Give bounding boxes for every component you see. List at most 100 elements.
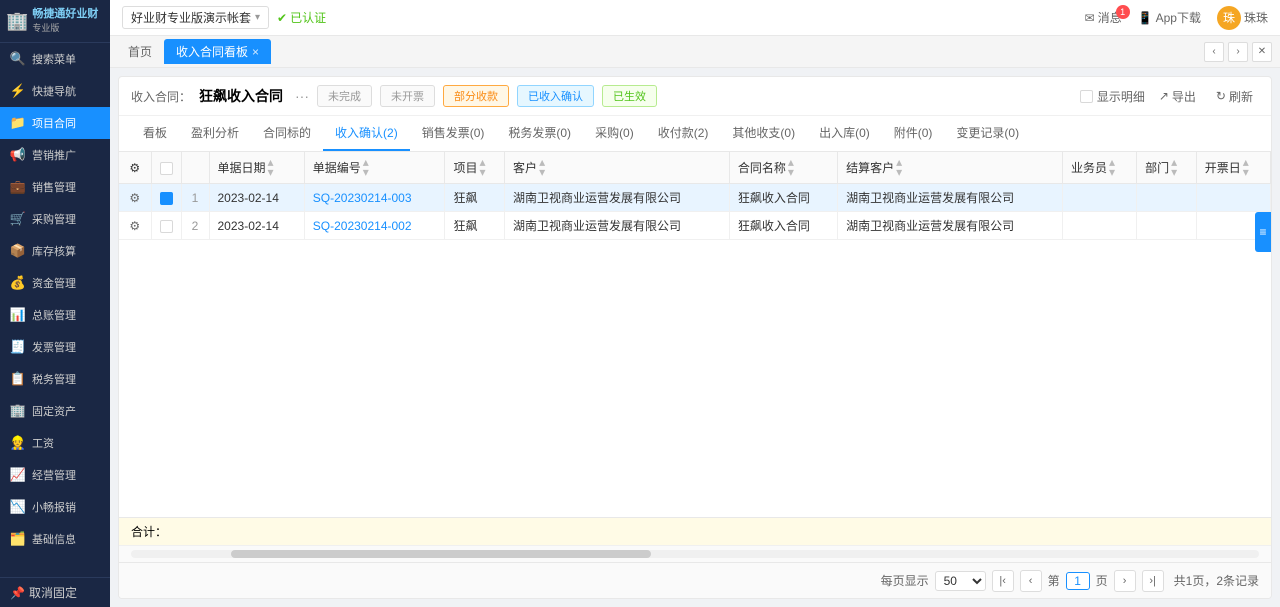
active-tab-name: 收入合同看板 [176, 43, 248, 60]
sub-tab-11[interactable]: 变更记录(0) [944, 116, 1031, 151]
pagination: 每页显示 50 100 200 |‹ ‹ 第 1 页 › ›| 共1页，2条记录 [119, 562, 1271, 598]
sidebar-item-13[interactable]: 📈经营管理 [0, 459, 110, 491]
sub-tab-7[interactable]: 收付款(2) [646, 116, 721, 151]
home-tab[interactable]: 首页 [118, 39, 162, 64]
sidebar-icon-6: 📦 [10, 243, 26, 259]
active-tab[interactable]: 收入合同看板 × [164, 39, 271, 64]
sub-tab-1[interactable]: 盈利分析 [179, 116, 251, 151]
company-selector[interactable]: 好业财专业版演示帐套 ▾ [122, 6, 269, 29]
sub-tab-5[interactable]: 税务发票(0) [496, 116, 583, 151]
sidebar-label-0: 搜索菜单 [32, 51, 76, 67]
sub-tab-3[interactable]: 收入确认(2) [323, 116, 410, 151]
status-active-button[interactable]: 已生效 [602, 85, 657, 107]
sidebar-item-7[interactable]: 💰资金管理 [0, 267, 110, 299]
close-all-tabs-button[interactable]: ✕ [1252, 42, 1272, 62]
refresh-button[interactable]: ↻ 刷新 [1210, 86, 1259, 107]
sidebar-item-14[interactable]: 📉小畅报销 [0, 491, 110, 523]
sub-tab-10[interactable]: 附件(0) [882, 116, 945, 151]
sidebar-item-4[interactable]: 💼销售管理 [0, 171, 110, 203]
sidebar-icon-7: 💰 [10, 275, 26, 291]
horizontal-scrollbar[interactable] [119, 545, 1271, 562]
close-tab-icon[interactable]: × [252, 45, 259, 59]
next-page-button[interactable]: › [1114, 570, 1136, 592]
col-opendate[interactable]: 开票日 ▴▾ [1196, 152, 1270, 184]
user-initial: 珠 [1223, 9, 1235, 26]
sub-tab-0[interactable]: 看板 [131, 116, 179, 151]
row-number-link-1[interactable]: SQ-20230214-002 [313, 219, 412, 233]
app-name: 畅捷通好业财 [32, 8, 98, 21]
show-detail-check[interactable]: 显示明细 [1080, 88, 1145, 105]
sidebar-item-8[interactable]: 📊总账管理 [0, 299, 110, 331]
col-check[interactable] [151, 152, 181, 184]
message-button[interactable]: ✉ 消息 1 [1085, 9, 1122, 26]
col-settings[interactable]: ⚙ [119, 152, 151, 184]
sidebar-item-1[interactable]: ⚡快捷导航 [0, 75, 110, 107]
user-avatar-button[interactable]: 珠 珠珠 [1217, 6, 1268, 30]
col-date[interactable]: 单据日期 ▴▾ [209, 152, 304, 184]
col-customer[interactable]: 客户 ▴▾ [505, 152, 730, 184]
sub-tab-6[interactable]: 采购(0) [583, 116, 646, 151]
col-salesperson[interactable]: 业务员 ▴▾ [1062, 152, 1136, 184]
col-number[interactable]: 单据编号 ▴▾ [304, 152, 445, 184]
status-confirmed-button[interactable]: 已收入确认 [517, 85, 594, 107]
sidebar-item-12[interactable]: 👷工资 [0, 427, 110, 459]
row-settings-0[interactable]: ⚙ [119, 184, 151, 212]
refresh-label: 刷新 [1229, 88, 1253, 105]
status-incomplete-button[interactable]: 未完成 [317, 85, 372, 107]
current-page[interactable]: 1 [1066, 572, 1090, 590]
row-settings-1[interactable]: ⚙ [119, 212, 151, 240]
next-tab-button[interactable]: › [1228, 42, 1248, 62]
col-settlement[interactable]: 结算客户 ▴▾ [838, 152, 1063, 184]
sub-tab-9[interactable]: 出入库(0) [807, 116, 882, 151]
export-icon: ↗ [1159, 89, 1169, 103]
col-contract[interactable]: 合同名称 ▴▾ [729, 152, 837, 184]
prev-page-button[interactable]: ‹ [1020, 570, 1042, 592]
row-checkbox-1[interactable] [160, 220, 173, 233]
app-download-button[interactable]: 📱 App下载 [1138, 9, 1201, 26]
prev-tab-button[interactable]: ‹ [1204, 42, 1224, 62]
sidebar-label-1: 快捷导航 [32, 83, 76, 99]
sort-salesperson-icon: ▴▾ [1109, 158, 1115, 177]
sort-project-icon: ▴▾ [479, 158, 485, 177]
sidebar-item-9[interactable]: 🧾发票管理 [0, 331, 110, 363]
table-row[interactable]: ⚙ 2 2023-02-14 SQ-20230214-002 狂飙 湖南卫视商业… [119, 212, 1271, 240]
show-detail-checkbox[interactable] [1080, 90, 1093, 103]
row-check-1[interactable] [151, 212, 181, 240]
sidebar-icon-9: 🧾 [10, 339, 26, 355]
sidebar-item-6[interactable]: 📦库存核算 [0, 235, 110, 267]
sidebar-item-10[interactable]: 📋税务管理 [0, 363, 110, 395]
sub-tab-4[interactable]: 销售发票(0) [410, 116, 497, 151]
col-project[interactable]: 项目 ▴▾ [445, 152, 505, 184]
more-button[interactable]: ··· [295, 88, 309, 104]
row-customer-1: 湖南卫视商业运营发展有限公司 [505, 212, 730, 240]
sidebar-item-5[interactable]: 🛒采购管理 [0, 203, 110, 235]
sort-number-icon: ▴▾ [363, 158, 369, 177]
row-number-0[interactable]: SQ-20230214-003 [304, 184, 445, 212]
scrollbar-thumb[interactable] [231, 550, 651, 558]
sidebar-item-11[interactable]: 🏢固定资产 [0, 395, 110, 427]
sidebar-item-15[interactable]: 🗂️基础信息 [0, 523, 110, 555]
sidebar-item-3[interactable]: 📢营销推广 [0, 139, 110, 171]
row-number-link-0[interactable]: SQ-20230214-003 [313, 191, 412, 205]
last-page-button[interactable]: ›| [1142, 570, 1164, 592]
table-row[interactable]: ⚙ 1 2023-02-14 SQ-20230214-003 狂飙 湖南卫视商业… [119, 184, 1271, 212]
first-page-button[interactable]: |‹ [992, 570, 1014, 592]
sidebar-icon-10: 📋 [10, 371, 26, 387]
download-icon: 📱 [1138, 11, 1153, 25]
col-department[interactable]: 部门 ▴▾ [1137, 152, 1197, 184]
row-number-1[interactable]: SQ-20230214-002 [304, 212, 445, 240]
sub-tab-2[interactable]: 合同标的 [251, 116, 323, 151]
row-check-0[interactable] [151, 184, 181, 212]
status-not-invoiced-button[interactable]: 未开票 [380, 85, 435, 107]
sidebar-item-0[interactable]: 🔍搜索菜单 [0, 43, 110, 75]
row-checkbox-0[interactable] [160, 192, 173, 205]
right-panel-toggle[interactable]: ≡ [1255, 212, 1271, 252]
sidebar-bottom[interactable]: 📌 取消固定 [0, 577, 110, 607]
row-project-0: 狂飙 [445, 184, 505, 212]
sidebar-item-2[interactable]: 📁项目合同 [0, 107, 110, 139]
export-button[interactable]: ↗ 导出 [1153, 86, 1202, 107]
page-size-selector[interactable]: 50 100 200 [935, 571, 986, 591]
status-partial-button[interactable]: 部分收款 [443, 85, 509, 107]
select-all-checkbox[interactable] [160, 162, 173, 175]
sub-tab-8[interactable]: 其他收支(0) [720, 116, 807, 151]
